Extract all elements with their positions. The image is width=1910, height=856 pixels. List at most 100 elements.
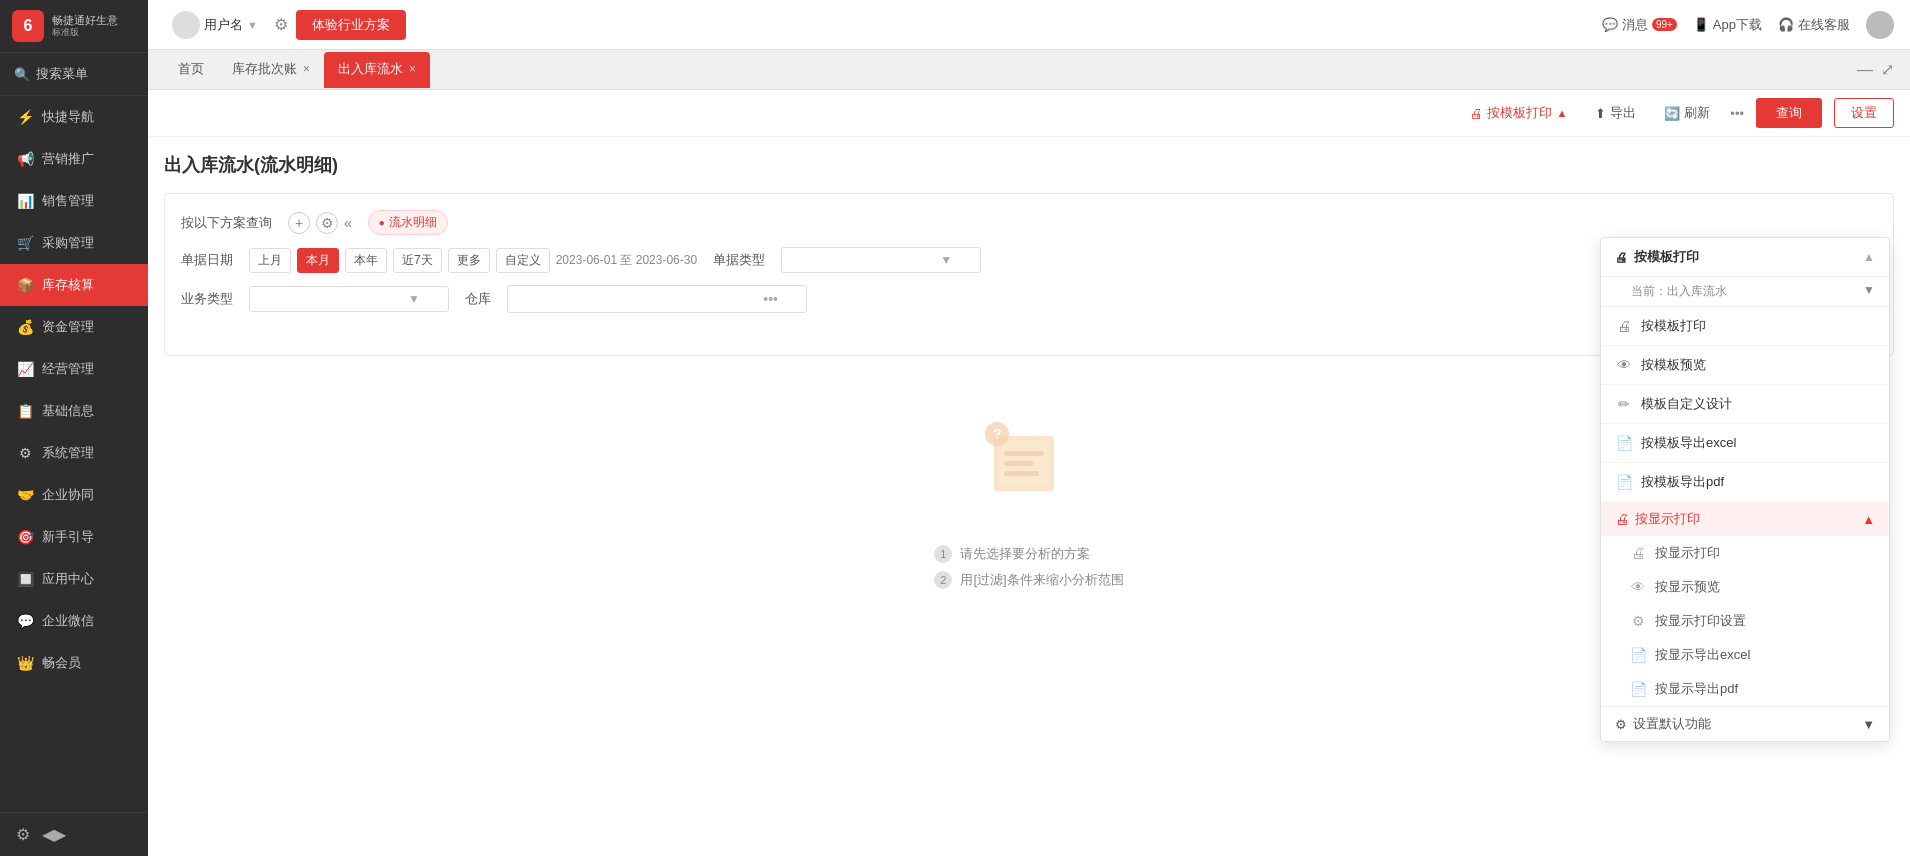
sidebar-item-system[interactable]: ⚙ 系统管理	[0, 432, 148, 474]
topbar-user-avatar[interactable]	[1866, 11, 1894, 39]
dropdown-footer[interactable]: ⚙ 设置默认功能 ▼	[1601, 706, 1889, 741]
sidebar-item-purchase[interactable]: 🛒 采购管理	[0, 222, 148, 264]
svg-rect-3	[1004, 461, 1034, 466]
filter-top-row: 按以下方案查询 + ⚙ « ● 流水明细	[181, 210, 1877, 235]
sidebar-item-sales[interactable]: 📊 销售管理	[0, 180, 148, 222]
tab-batch[interactable]: 库存批次账 ×	[218, 52, 324, 88]
sales-icon: 📊	[16, 193, 34, 209]
section-collapse-icon: ▲	[1862, 512, 1875, 527]
date-btn-7days[interactable]: 近7天	[393, 248, 442, 273]
search-menu-btn[interactable]: 🔍 搜索菜单	[10, 61, 138, 87]
user-name: 用户名	[204, 16, 243, 34]
dropdown-header: 🖨 按模板打印 ▲	[1601, 238, 1889, 277]
sidebar-item-marketing[interactable]: 📢 营销推广	[0, 138, 148, 180]
tab-batch-close[interactable]: ×	[303, 62, 310, 76]
refresh-btn[interactable]: 🔄 刷新	[1656, 100, 1718, 126]
empty-steps: 1 请先选择要分析的方案 2 用[过滤]条件来缩小分析范围	[934, 541, 1123, 593]
dropdown-item-template-design[interactable]: ✏ 模板自定义设计	[1601, 385, 1889, 424]
empty-step-2: 2 用[过滤]条件来缩小分析范围	[934, 567, 1123, 593]
dropdown-item-display-pdf[interactable]: 📄 按显示导出pdf	[1601, 672, 1889, 706]
display-pdf-icon: 📄	[1629, 681, 1647, 697]
chevron-up-icon: ▲	[1556, 107, 1567, 119]
display-preview-icon: 👁	[1629, 579, 1647, 595]
svg-rect-2	[1004, 451, 1044, 456]
sidebar-item-finance[interactable]: 💰 资金管理	[0, 306, 148, 348]
sidebar-item-management[interactable]: 📈 经营管理	[0, 348, 148, 390]
collapse-sidebar-icon[interactable]: ◀▶	[42, 825, 66, 844]
app-download-action[interactable]: 📱 App下载	[1693, 16, 1762, 34]
trial-btn[interactable]: 体验行业方案	[296, 10, 406, 40]
dropdown-item-template-preview[interactable]: 👁 按模板预览	[1601, 346, 1889, 385]
dropdown-item-template-excel[interactable]: 📄 按模板导出excel	[1601, 424, 1889, 463]
export-btn[interactable]: ⬆ 导出	[1587, 100, 1644, 126]
date-range-display: 2023-06-01 至 2023-06-30	[556, 252, 697, 269]
settings-btn[interactable]: 设置	[1834, 98, 1894, 128]
tab-home[interactable]: 首页	[164, 52, 218, 88]
topbar-gear-icon[interactable]: ⚙	[274, 15, 288, 34]
dropdown-item-display-settings[interactable]: ⚙ 按显示打印设置	[1601, 604, 1889, 638]
message-action[interactable]: 💬 消息 99+	[1602, 16, 1677, 34]
refresh-icon: 🔄	[1664, 106, 1680, 121]
date-btn-this-year[interactable]: 本年	[345, 248, 387, 273]
topbar-right: 💬 消息 99+ 📱 App下载 🎧 在线客服	[1602, 11, 1894, 39]
date-btn-more[interactable]: 更多	[448, 248, 490, 273]
tab-maximize-icon[interactable]: ⤢	[1881, 60, 1894, 79]
empty-step-1: 1 请先选择要分析的方案	[934, 541, 1123, 567]
tabs-right: — ⤢	[1857, 60, 1894, 79]
filter-tag: ● 流水明细	[368, 210, 448, 235]
sidebar-item-member[interactable]: 👑 畅会员	[0, 642, 148, 684]
template-print-dropdown: 🖨 按模板打印 ▲ 当前：出入库流水 ▼ 🖨 按模板打印 👁 按模板预览	[1600, 237, 1890, 742]
user-dropdown[interactable]: 用户名 ▼	[164, 7, 266, 43]
voucher-type-select[interactable]: ▼	[781, 247, 981, 273]
dropdown-section-display[interactable]: 🖨 按显示打印 ▲	[1601, 502, 1889, 536]
user-avatar	[172, 11, 200, 39]
dropdown-item-display-print[interactable]: 🖨 按显示打印	[1601, 536, 1889, 570]
sidebar-search[interactable]: 🔍 搜索菜单	[0, 53, 148, 96]
dropdown-item-template-pdf[interactable]: 📄 按模板导出pdf	[1601, 463, 1889, 502]
item-excel-icon: 📄	[1615, 435, 1633, 451]
query-btn[interactable]: 查询	[1756, 98, 1822, 128]
message-badge: 99+	[1652, 18, 1677, 31]
warehouse-select[interactable]: •••	[507, 285, 807, 313]
filter-tag-icon: ●	[379, 217, 385, 228]
export-icon: ⬆	[1595, 106, 1606, 121]
date-btn-this-month[interactable]: 本月	[297, 248, 339, 273]
filter-prefix-label: 按以下方案查询	[181, 214, 272, 232]
logo-text: 畅捷通好生意 标准版	[52, 13, 118, 39]
date-btn-custom[interactable]: 自定义	[496, 248, 550, 273]
tab-flow[interactable]: 出入库流水 ×	[324, 52, 430, 88]
dropdown-item-display-excel[interactable]: 📄 按显示导出excel	[1601, 638, 1889, 672]
section-print-icon: 🖨	[1615, 511, 1629, 527]
sidebar-item-inventory[interactable]: 📦 库存核算	[0, 264, 148, 306]
member-icon: 👑	[16, 655, 34, 671]
sidebar-item-quick-nav[interactable]: ⚡ 快捷导航	[0, 96, 148, 138]
tab-minimize-icon[interactable]: —	[1857, 61, 1873, 79]
filter-collapse-btn[interactable]: «	[344, 215, 352, 231]
dropdown-collapse-icon[interactable]: ▲	[1863, 250, 1875, 264]
dropdown-item-display-preview[interactable]: 👁 按显示预览	[1601, 570, 1889, 604]
sidebar-item-basic[interactable]: 📋 基础信息	[0, 390, 148, 432]
filter-add-btn[interactable]: +	[288, 212, 310, 234]
footer-settings-icon: ⚙	[1615, 717, 1627, 732]
system-icon: ⚙	[16, 445, 34, 461]
item-pdf-icon: 📄	[1615, 474, 1633, 490]
sidebar-item-guide[interactable]: 🎯 新手引导	[0, 516, 148, 558]
warehouse-more[interactable]: •••	[763, 291, 778, 307]
sidebar-item-apps[interactable]: 🔲 应用中心	[0, 558, 148, 600]
voucher-type-label: 单据类型	[713, 251, 765, 269]
date-filter: 上月 本月 本年 近7天 更多 自定义 2023-06-01 至 2023-06…	[249, 248, 697, 273]
sidebar-item-wechat[interactable]: 💬 企业微信	[0, 600, 148, 642]
settings-bottom-icon[interactable]: ⚙	[16, 825, 30, 844]
business-type-select[interactable]: ▼	[249, 286, 449, 312]
filter-gear-btn[interactable]: ⚙	[316, 212, 338, 234]
date-filter-label: 单据日期	[181, 251, 233, 269]
dropdown-item-template-print[interactable]: 🖨 按模板打印	[1601, 307, 1889, 346]
purchase-icon: 🛒	[16, 235, 34, 251]
display-print-icon: 🖨	[1629, 545, 1647, 561]
tab-flow-close[interactable]: ×	[409, 62, 416, 76]
action-more-dots[interactable]: •••	[1730, 106, 1744, 121]
sidebar-item-collab[interactable]: 🤝 企业协同	[0, 474, 148, 516]
template-print-btn[interactable]: 🖨 按模板打印 ▲	[1462, 100, 1575, 126]
date-btn-last-month[interactable]: 上月	[249, 248, 291, 273]
online-service-action[interactable]: 🎧 在线客服	[1778, 16, 1850, 34]
